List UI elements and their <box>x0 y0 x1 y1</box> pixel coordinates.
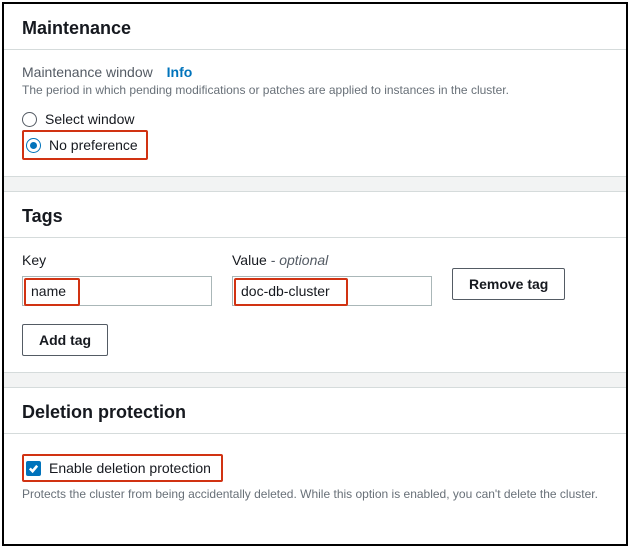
radio-select-window[interactable]: Select window <box>22 108 608 130</box>
tags-header: Tags <box>4 192 626 237</box>
tag-value-input[interactable] <box>232 276 432 306</box>
deletion-body: Enable deletion protection Protects the … <box>4 434 626 518</box>
enable-deletion-checkbox[interactable]: Enable deletion protection <box>26 460 211 476</box>
maintenance-window-label: Maintenance window <box>22 64 153 80</box>
maintenance-header: Maintenance <box>4 4 626 49</box>
radio-no-preference[interactable]: No preference <box>26 134 138 156</box>
deletion-header: Deletion protection <box>4 388 626 433</box>
radio-label: No preference <box>49 137 138 153</box>
add-tag-row: Add tag <box>22 324 608 356</box>
highlight-tag-value <box>232 276 432 306</box>
deletion-desc: Protects the cluster from being accident… <box>22 486 608 502</box>
tag-key-label: Key <box>22 252 212 268</box>
divider <box>4 237 626 238</box>
maintenance-window-desc: The period in which pending modification… <box>22 82 608 98</box>
maintenance-title: Maintenance <box>22 18 608 39</box>
highlight-no-preference: No preference <box>22 130 148 160</box>
enable-deletion-label: Enable deletion protection <box>49 460 211 476</box>
panel-separator <box>4 372 626 388</box>
maintenance-window-label-row: Maintenance window Info <box>22 64 608 80</box>
tag-value-label: Value - optional <box>232 252 432 268</box>
maintenance-window-info-link[interactable]: Info <box>167 64 193 80</box>
tags-row: Key Value - optional Remove tag <box>22 252 608 306</box>
radio-label: Select window <box>45 111 135 127</box>
highlight-enable-deletion: Enable deletion protection <box>22 454 223 482</box>
tag-value-optional: - optional <box>271 252 329 268</box>
add-tag-button[interactable]: Add tag <box>22 324 108 356</box>
deletion-title: Deletion protection <box>22 402 608 423</box>
radio-icon <box>22 112 37 127</box>
tag-key-column: Key <box>22 252 212 306</box>
checkbox-checked-icon <box>26 461 41 476</box>
config-form-region: Maintenance Maintenance window Info The … <box>2 2 628 546</box>
divider <box>4 49 626 50</box>
panel-separator <box>4 176 626 192</box>
tags-title: Tags <box>22 206 608 227</box>
tag-key-input[interactable] <box>22 276 212 306</box>
tags-body: Key Value - optional Remove tag Add tag <box>4 252 626 372</box>
tag-value-column: Value - optional <box>232 252 432 306</box>
remove-tag-button[interactable]: Remove tag <box>452 268 565 300</box>
highlight-tag-key <box>22 276 212 306</box>
maintenance-window-radio-group: Select window No preference <box>22 108 608 160</box>
tag-value-label-text: Value <box>232 252 267 268</box>
tag-remove-column: Remove tag <box>452 268 565 300</box>
maintenance-body: Maintenance window Info The period in wh… <box>4 64 626 176</box>
radio-icon <box>26 138 41 153</box>
